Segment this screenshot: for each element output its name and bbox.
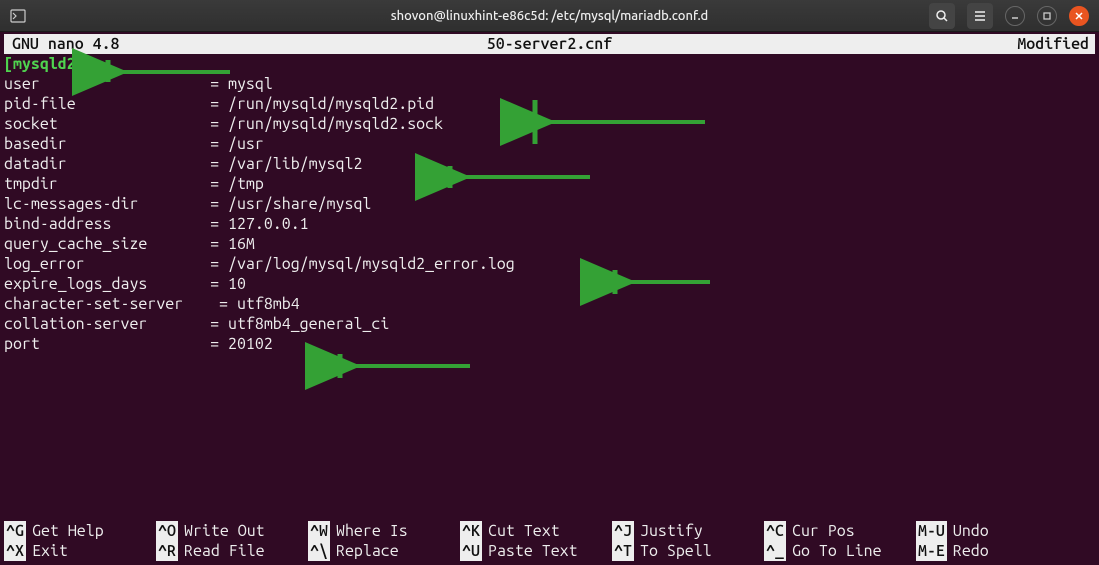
- shortcut-key: ^K: [460, 521, 482, 541]
- editor-content[interactable]: [mysqld2]user = mysqlpid-file = /run/mys…: [4, 54, 1095, 354]
- config-line: query_cache_size = 16M: [4, 234, 1095, 254]
- shortcut-key: ^C: [764, 521, 786, 541]
- shortcut-key: M-E: [916, 541, 947, 561]
- config-line: collation-server = utf8mb4_general_ci: [4, 314, 1095, 334]
- shortcut-label: To Spell: [640, 541, 712, 561]
- shortcut-item: ^_ Go To Line: [764, 541, 916, 561]
- shortcut-key: ^_: [764, 541, 786, 561]
- config-line: tmpdir = /tmp: [4, 174, 1095, 194]
- shortcut-key: ^X: [4, 541, 26, 561]
- shortcut-label: Cur Pos: [792, 521, 855, 541]
- shortcut-item: ^T To Spell: [612, 541, 764, 561]
- maximize-button[interactable]: [1037, 6, 1057, 26]
- shortcut-key: M-U: [916, 521, 947, 541]
- nano-shortcuts: ^G Get Help ^O Write Out ^W Where Is ^K Cut Tex…: [4, 521, 1095, 561]
- search-button[interactable]: [929, 3, 955, 29]
- config-line: port = 20102: [4, 334, 1095, 354]
- shortcut-label: Replace: [336, 541, 399, 561]
- menu-button[interactable]: [967, 3, 993, 29]
- shortcut-item: ^U Paste Text: [460, 541, 612, 561]
- terminal-icon: [4, 2, 32, 30]
- shortcut-item: M-E Redo: [916, 541, 1068, 561]
- shortcut-item: ^R Read File: [156, 541, 308, 561]
- shortcut-label: Cut Text: [488, 521, 560, 541]
- config-line: user = mysql: [4, 74, 1095, 94]
- config-line: bind-address = 127.0.0.1: [4, 214, 1095, 234]
- shortcut-item: ^O Write Out: [156, 521, 308, 541]
- config-line: datadir = /var/lib/mysql2: [4, 154, 1095, 174]
- nano-status: Modified: [1017, 34, 1095, 54]
- shortcut-item: ^G Get Help: [4, 521, 156, 541]
- window-title: shovon@linuxhint-e86c5d: /etc/mysql/mari…: [391, 9, 708, 23]
- shortcut-label: Get Help: [32, 521, 104, 541]
- nano-version: GNU nano 4.8: [4, 34, 120, 54]
- shortcut-label: Go To Line: [792, 541, 882, 561]
- config-line: log_error = /var/log/mysql/mysqld2_error…: [4, 254, 1095, 274]
- config-line: expire_logs_days = 10: [4, 274, 1095, 294]
- terminal-area[interactable]: GNU nano 4.8 50-server2.cnf Modified [my…: [0, 32, 1099, 565]
- shortcut-key: ^U: [460, 541, 482, 561]
- shortcut-key: ^W: [308, 521, 330, 541]
- shortcut-label: Redo: [953, 541, 989, 561]
- shortcut-label: Exit: [32, 541, 68, 561]
- shortcut-label: Justify: [640, 521, 703, 541]
- shortcut-item: M-U Undo: [916, 521, 1068, 541]
- shortcut-item: ^J Justify: [612, 521, 764, 541]
- shortcut-item: ^X Exit: [4, 541, 156, 561]
- shortcut-item: ^C Cur Pos: [764, 521, 916, 541]
- config-line: lc-messages-dir = /usr/share/mysql: [4, 194, 1095, 214]
- shortcut-label: Read File: [184, 541, 265, 561]
- shortcut-key: ^R: [156, 541, 178, 561]
- shortcut-item: ^\ Replace: [308, 541, 460, 561]
- shortcut-key: ^T: [612, 541, 634, 561]
- shortcut-key: ^O: [156, 521, 178, 541]
- shortcut-item: ^K Cut Text: [460, 521, 612, 541]
- config-section-header: [mysqld2]: [4, 54, 1095, 74]
- nano-filename: 50-server2.cnf: [487, 34, 612, 54]
- shortcut-label: Write Out: [184, 521, 265, 541]
- nano-statusbar: GNU nano 4.8 50-server2.cnf Modified: [4, 34, 1095, 54]
- shortcut-key: ^J: [612, 521, 634, 541]
- shortcut-key: ^G: [4, 521, 26, 541]
- config-line: basedir = /usr: [4, 134, 1095, 154]
- shortcut-key: ^\: [308, 541, 330, 561]
- window-titlebar: shovon@linuxhint-e86c5d: /etc/mysql/mari…: [0, 0, 1099, 32]
- shortcut-item: ^W Where Is: [308, 521, 460, 541]
- config-line: pid-file = /run/mysqld/mysqld2.pid: [4, 94, 1095, 114]
- shortcut-label: Paste Text: [488, 541, 578, 561]
- minimize-button[interactable]: [1005, 6, 1025, 26]
- config-line: socket = /run/mysqld/mysqld2.sock: [4, 114, 1095, 134]
- config-line: character-set-server = utf8mb4: [4, 294, 1095, 314]
- shortcut-label: Where Is: [336, 521, 408, 541]
- shortcut-label: Undo: [953, 521, 989, 541]
- close-button[interactable]: [1069, 6, 1089, 26]
